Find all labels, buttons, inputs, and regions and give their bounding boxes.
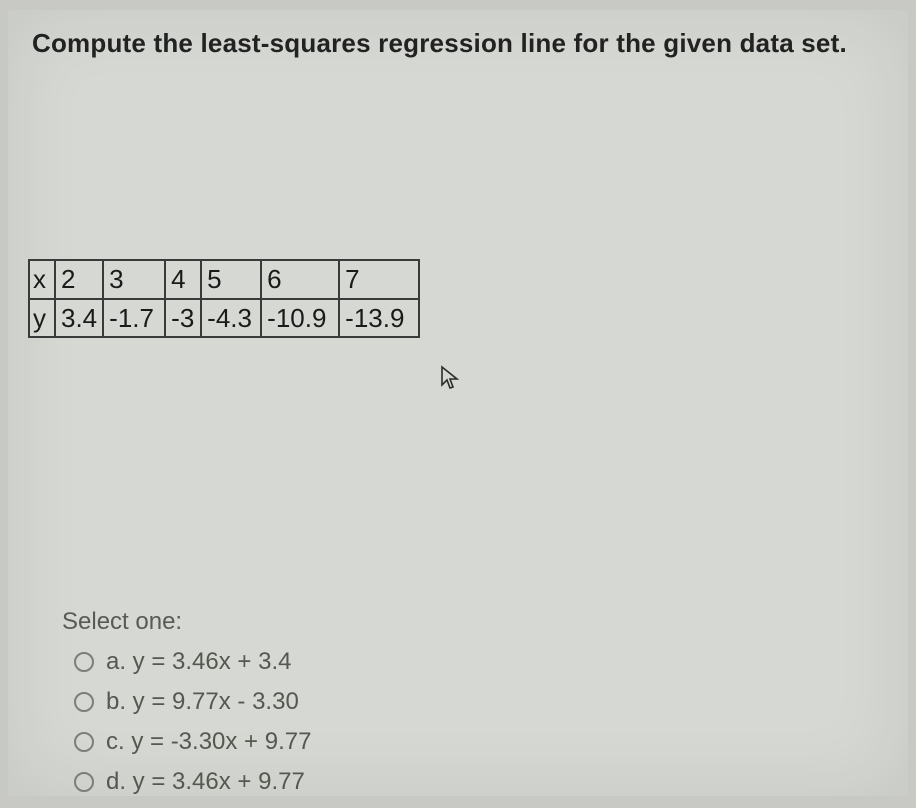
radio-icon[interactable]: [74, 732, 94, 752]
cell: -13.9: [339, 299, 419, 338]
question-title: Compute the least-squares regression lin…: [32, 28, 888, 59]
cell: -1.7: [103, 299, 165, 338]
option-d-text: d. y = 3.46x + 9.77: [106, 768, 305, 796]
answer-block: Select one: a. y = 3.46x + 3.4 b. y = 9.…: [62, 608, 311, 808]
row-header-y: y: [29, 299, 55, 338]
table-row-y: y 3.4 -1.7 -3 -4.3 -10.9 -13.9: [29, 299, 419, 338]
radio-icon[interactable]: [74, 652, 94, 672]
option-b-text: b. y = 9.77x - 3.30: [106, 688, 299, 716]
row-header-x: x: [29, 260, 55, 299]
cell: 4: [165, 260, 201, 299]
select-one-label: Select one:: [62, 608, 311, 636]
option-a[interactable]: a. y = 3.46x + 3.4: [62, 648, 311, 676]
cell: -4.3: [201, 299, 261, 338]
data-table: x 2 3 4 5 6 7 y 3.4 -1.7 -3 -4.3 -10.9 -…: [28, 259, 420, 338]
option-c-text: c. y = -3.30x + 9.77: [106, 728, 311, 756]
option-a-text: a. y = 3.46x + 3.4: [106, 648, 291, 676]
option-d[interactable]: d. y = 3.46x + 9.77: [62, 768, 311, 796]
cell: 7: [339, 260, 419, 299]
option-c[interactable]: c. y = -3.30x + 9.77: [62, 728, 311, 756]
table-row-x: x 2 3 4 5 6 7: [29, 260, 419, 299]
option-b[interactable]: b. y = 9.77x - 3.30: [62, 688, 311, 716]
radio-icon[interactable]: [74, 692, 94, 712]
radio-icon[interactable]: [74, 772, 94, 792]
cell: 6: [261, 260, 339, 299]
cell: 5: [201, 260, 261, 299]
cell: -10.9: [261, 299, 339, 338]
cell: 3.4: [55, 299, 103, 338]
cell: 3: [103, 260, 165, 299]
cell: -3: [165, 299, 201, 338]
cell: 2: [55, 260, 103, 299]
mouse-cursor-icon: [440, 365, 460, 391]
question-page: Compute the least-squares regression lin…: [8, 10, 908, 796]
